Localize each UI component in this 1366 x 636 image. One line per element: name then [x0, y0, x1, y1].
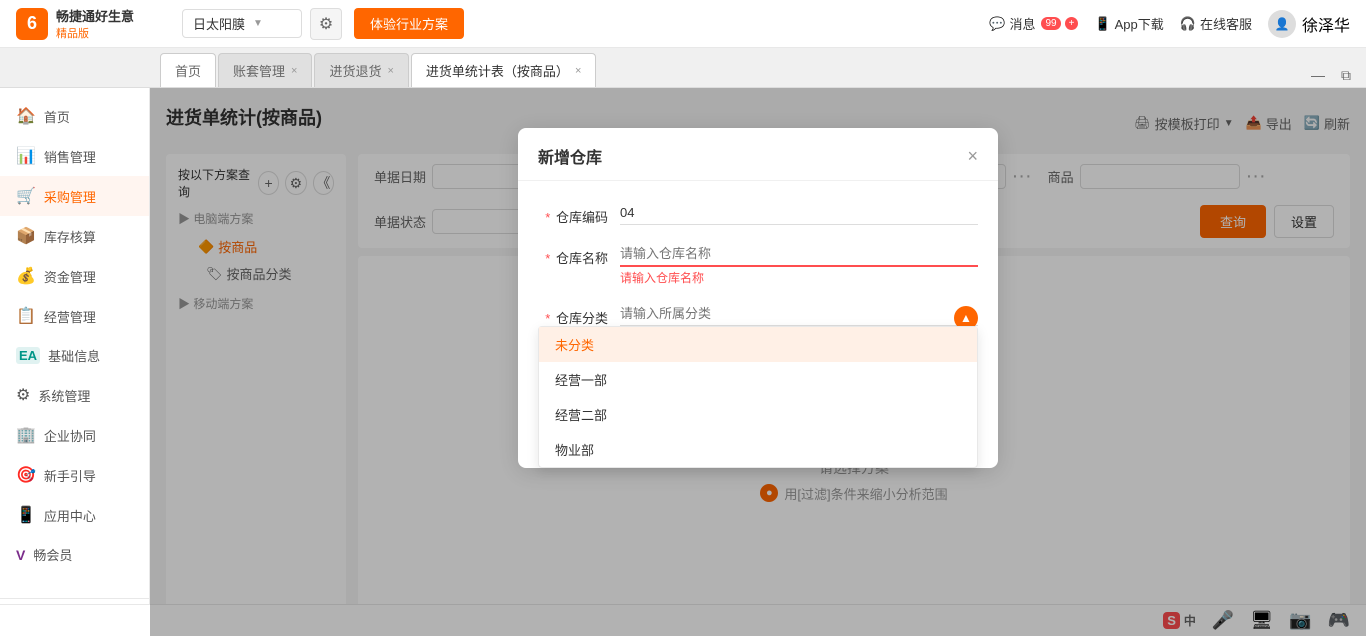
guide-icon: 🎯	[16, 465, 36, 485]
purchase-icon: 🛒	[16, 186, 36, 206]
code-label: * 仓库编码	[538, 201, 608, 226]
logo-text: 畅捷通好生意 精品版	[56, 6, 134, 41]
dropdown-item-unclassified[interactable]: 未分类	[539, 327, 977, 362]
tab-bar: 首页 账套管理 × 进货退货 × 进货单统计表（按商品） × — ⧉	[0, 48, 1366, 88]
tab-accounts[interactable]: 账套管理 ×	[218, 53, 312, 87]
sales-icon: 📊	[16, 146, 36, 166]
base-info-icon: EA	[16, 347, 40, 364]
system-icon: ⚙	[16, 385, 30, 405]
tab-close-active-icon[interactable]: ×	[575, 65, 581, 77]
sidebar: 🏠 首页 📊 销售管理 🛒 采购管理 📦 库存核算 💰 资金管理 📋 经营管理 …	[0, 88, 150, 636]
dropdown-item-dept2[interactable]: 经营二部	[539, 397, 977, 432]
category-field-wrapper: ▲ 未分类 经营一部 经营二部 物业部	[620, 302, 978, 326]
dropdown-item-dept3[interactable]: 物业部	[539, 432, 977, 467]
logo-area: 6 畅捷通好生意 精品版	[16, 6, 166, 41]
apps-icon: 📱	[16, 505, 36, 525]
search-selector-arrow-icon: ▼	[253, 18, 263, 29]
sidebar-item-base-info[interactable]: EA 基础信息	[0, 336, 149, 375]
tab-purchase-stats[interactable]: 进货单统计表（按商品） ×	[411, 53, 596, 87]
name-label: * 仓库名称	[538, 242, 608, 267]
name-error-message: 请输入仓库名称	[620, 269, 978, 286]
sidebar-item-apps[interactable]: 📱 应用中心	[0, 495, 149, 535]
app-download[interactable]: 📱 App下载	[1094, 14, 1163, 33]
header-right: 💬 消息 99 + 📱 App下载 🎧 在线客服 👤 徐泽华	[989, 10, 1350, 38]
modal-add-warehouse: 新增仓库 × * 仓库编码	[518, 128, 998, 468]
sidebar-item-home[interactable]: 🏠 首页	[0, 96, 149, 136]
online-service[interactable]: 🎧 在线客服	[1180, 14, 1252, 33]
sidebar-item-sales[interactable]: 📊 销售管理	[0, 136, 149, 176]
tab-expand-icon[interactable]: ⧉	[1334, 63, 1358, 87]
modal-header: 新增仓库 ×	[518, 128, 998, 181]
modal-close-button[interactable]: ×	[967, 146, 978, 167]
app-logo-icon: 6	[16, 8, 48, 40]
operations-icon: 📋	[16, 306, 36, 326]
enterprise-icon: 🏢	[16, 425, 36, 445]
sidebar-item-purchase[interactable]: 🛒 采购管理	[0, 176, 149, 216]
code-input[interactable]	[620, 201, 978, 225]
inventory-icon: 📦	[16, 226, 36, 246]
finance-icon: 💰	[16, 266, 36, 286]
name-field-wrapper: 请输入仓库名称	[620, 242, 978, 286]
member-icon: V	[16, 547, 25, 563]
message-badge: 99	[1041, 17, 1060, 30]
category-label: * 仓库分类	[538, 302, 608, 327]
dropdown-item-dept1[interactable]: 经营一部	[539, 362, 977, 397]
sidebar-item-member[interactable]: V 畅会员	[0, 535, 149, 574]
form-row-code: * 仓库编码	[538, 201, 978, 226]
tab-actions: — ⧉	[1306, 63, 1366, 87]
sidebar-item-operations[interactable]: 📋 经营管理	[0, 296, 149, 336]
modal-body: * 仓库编码 * 仓库名称	[518, 181, 998, 404]
home-icon: 🏠	[16, 106, 36, 126]
tab-close-icon[interactable]: ×	[291, 65, 297, 77]
badge-plus: +	[1065, 17, 1079, 30]
message-notif[interactable]: 💬 消息 99 +	[989, 14, 1078, 33]
tab-purchase-return[interactable]: 进货退货 ×	[314, 53, 408, 87]
form-row-category: * 仓库分类 ▲ 未分类 经营一部 经营二部 物业部	[538, 302, 978, 327]
sidebar-item-system[interactable]: ⚙ 系统管理	[0, 375, 149, 415]
tab-home[interactable]: 首页	[160, 53, 216, 87]
settings-icon[interactable]: ⚙	[310, 8, 342, 40]
search-selector[interactable]: 日太阳膜 ▼	[182, 9, 302, 38]
headset-icon: 🎧	[1180, 16, 1196, 32]
top-header: 6 畅捷通好生意 精品版 日太阳膜 ▼ ⚙ 体验行业方案 💬 消息 99 + 📱…	[0, 0, 1366, 48]
category-input[interactable]	[620, 302, 978, 326]
message-icon: 💬	[989, 16, 1005, 32]
form-row-name: * 仓库名称 请输入仓库名称	[538, 242, 978, 286]
sidebar-item-enterprise[interactable]: 🏢 企业协同	[0, 415, 149, 455]
name-input[interactable]	[620, 242, 978, 267]
content-area: 进货单统计(按商品) 🖨 按模板打印 ▼ 📤 导出 🔄 刷新	[150, 88, 1366, 636]
sidebar-item-guide[interactable]: 🎯 新手引导	[0, 455, 149, 495]
code-field-wrapper	[620, 201, 978, 225]
modal-overlay[interactable]: 新增仓库 × * 仓库编码	[150, 88, 1366, 636]
category-dropdown-list: 未分类 经营一部 经营二部 物业部	[538, 326, 978, 468]
modal-title: 新增仓库	[538, 144, 602, 168]
avatar: 👤	[1268, 10, 1296, 38]
try-industry-button[interactable]: 体验行业方案	[354, 8, 464, 39]
sidebar-item-finance[interactable]: 💰 资金管理	[0, 256, 149, 296]
app-icon: 📱	[1094, 16, 1110, 32]
header-search-area: 日太阳膜 ▼ ⚙ 体验行业方案	[166, 8, 989, 40]
sidebar-item-inventory[interactable]: 📦 库存核算	[0, 216, 149, 256]
tab-close-icon[interactable]: ×	[387, 65, 393, 77]
main-layout: 🏠 首页 📊 销售管理 🛒 采购管理 📦 库存核算 💰 资金管理 📋 经营管理 …	[0, 88, 1366, 636]
tab-minimize-icon[interactable]: —	[1306, 63, 1330, 87]
user-area[interactable]: 👤 徐泽华	[1268, 10, 1350, 38]
